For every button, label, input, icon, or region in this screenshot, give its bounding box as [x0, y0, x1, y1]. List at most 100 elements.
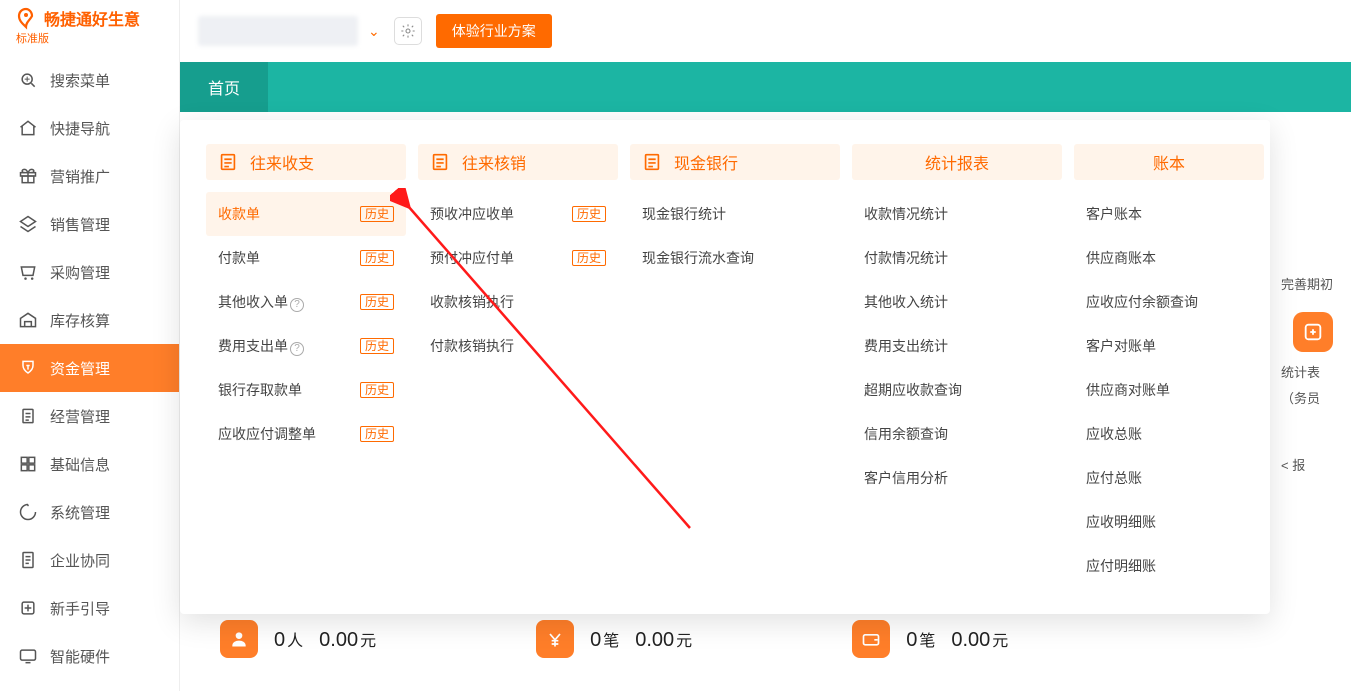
- nav-item-guide[interactable]: 新手引导: [0, 584, 179, 632]
- floating-action-icon[interactable]: [1293, 312, 1333, 352]
- mega-item[interactable]: 应收应付调整单 历史: [206, 412, 406, 456]
- nav-item-purchase[interactable]: 采购管理: [0, 248, 179, 296]
- mega-column-header: 统计报表: [852, 144, 1062, 180]
- nav-label: 销售管理: [50, 214, 110, 235]
- history-tag[interactable]: 历史: [360, 426, 394, 442]
- mega-item[interactable]: 预收冲应收单 历史: [418, 192, 618, 236]
- mega-item-label: 超期应收款查询: [864, 382, 962, 398]
- mega-column-title: 账本: [1153, 150, 1185, 174]
- nav-item-funds[interactable]: 资金管理: [0, 344, 179, 392]
- nav-item-ops[interactable]: 经营管理: [0, 392, 179, 440]
- industry-plan-button[interactable]: 体验行业方案: [436, 14, 552, 48]
- mega-item[interactable]: 供应商账本: [1074, 236, 1264, 280]
- mega-item[interactable]: 收款核销执行: [418, 280, 618, 324]
- nav-label: 经营管理: [50, 406, 110, 427]
- mega-item[interactable]: 现金银行流水查询: [630, 236, 840, 280]
- mega-item[interactable]: 客户信用分析: [852, 456, 1062, 500]
- mega-item-label: 应收应付调整单: [218, 426, 316, 442]
- gear-icon[interactable]: [394, 17, 422, 45]
- history-tag[interactable]: 历史: [572, 206, 606, 222]
- history-tag[interactable]: 历史: [572, 250, 606, 266]
- clipboard-icon: [18, 406, 38, 426]
- history-tag[interactable]: 历史: [360, 250, 394, 266]
- history-tag[interactable]: 历史: [360, 382, 394, 398]
- mega-item-label: 银行存取款单: [218, 382, 302, 398]
- nav-item-base[interactable]: 基础信息: [0, 440, 179, 488]
- nav-item-hardware[interactable]: 智能硬件: [0, 632, 179, 680]
- mega-item[interactable]: 信用余额查询: [852, 412, 1062, 456]
- mega-item[interactable]: 其他收入统计: [852, 280, 1062, 324]
- loading-icon: [18, 502, 38, 522]
- mega-item[interactable]: 收款情况统计: [852, 192, 1062, 236]
- nav-item-inventory[interactable]: 库存核算: [0, 296, 179, 344]
- history-tag[interactable]: 历史: [360, 338, 394, 354]
- nav-label: 资金管理: [50, 358, 110, 379]
- mega-item-label: 付款核销执行: [430, 338, 514, 354]
- nav-item-marketing[interactable]: 营销推广: [0, 152, 179, 200]
- mega-item-label: 客户信用分析: [864, 470, 948, 486]
- mega-item[interactable]: 银行存取款单 历史: [206, 368, 406, 412]
- mega-column-header: 现金银行: [630, 144, 840, 180]
- document-icon: [428, 150, 452, 174]
- mega-item[interactable]: 付款核销执行: [418, 324, 618, 368]
- nav-item-collab[interactable]: 企业协同: [0, 536, 179, 584]
- brand-name: 畅捷通好生意: [44, 6, 140, 30]
- mega-item-label: 收款单: [218, 206, 260, 222]
- mega-item-label: 信用余额查询: [864, 426, 948, 442]
- mega-item-label: 应付明细账: [1086, 558, 1156, 574]
- help-icon[interactable]: ?: [290, 342, 304, 356]
- org-selector[interactable]: ⌄: [198, 16, 380, 46]
- nav-label: 快捷导航: [50, 118, 110, 139]
- mega-item-label: 供应商对账单: [1086, 382, 1170, 398]
- mega-item[interactable]: 应收总账: [1074, 412, 1264, 456]
- mega-item[interactable]: 应收明细账: [1074, 500, 1264, 544]
- history-tag[interactable]: 历史: [360, 206, 394, 222]
- nav-item-quicknav[interactable]: 快捷导航: [0, 104, 179, 152]
- mega-item-label: 预收冲应收单: [430, 206, 514, 222]
- doc-icon: [18, 550, 38, 570]
- mega-item[interactable]: 预付冲应付单历史: [418, 236, 618, 280]
- tab-home[interactable]: 首页: [180, 62, 268, 112]
- mega-item[interactable]: 供应商对账单: [1074, 368, 1264, 412]
- mega-item[interactable]: 应收应付余额查询: [1074, 280, 1264, 324]
- mega-item[interactable]: 应付明细账: [1074, 544, 1264, 588]
- mega-item[interactable]: 客户账本: [1074, 192, 1264, 236]
- help-icon[interactable]: ?: [290, 298, 304, 312]
- mega-item[interactable]: 应付总账: [1074, 456, 1264, 500]
- mega-item-label: 现金银行统计: [642, 206, 726, 222]
- mega-column-list: 现金银行统计现金银行流水查询: [630, 192, 840, 280]
- nav-item-system[interactable]: 系统管理: [0, 488, 179, 536]
- sparkle-icon: [18, 598, 38, 618]
- cart-icon: [18, 262, 38, 282]
- mega-column-header: 往来核销: [418, 144, 618, 180]
- mega-item-label: 应收应付余额查询: [1086, 294, 1198, 310]
- mega-item-label: 客户账本: [1086, 206, 1142, 222]
- mega-column: 统计报表收款情况统计付款情况统计其他收入统计费用支出统计超期应收款查询信用余额查…: [852, 144, 1062, 588]
- mega-item[interactable]: 付款单历史: [206, 236, 406, 280]
- mega-item-label: 其他收入统计: [864, 294, 948, 310]
- mega-item[interactable]: 费用支出单?历史: [206, 324, 406, 368]
- mega-item[interactable]: 其他收入单?历史: [206, 280, 406, 324]
- price-icon: [18, 214, 38, 234]
- brand-edition: 标准版: [16, 30, 49, 46]
- money-icon: [536, 620, 574, 658]
- nav-item-sales[interactable]: 销售管理: [0, 200, 179, 248]
- mega-item-label: 应付总账: [1086, 470, 1142, 486]
- mega-column-list: 预收冲应收单历史预付冲应付单历史收款核销执行付款核销执行: [418, 192, 618, 368]
- nav-item-search[interactable]: 搜索菜单: [0, 56, 179, 104]
- mega-item[interactable]: 超期应收款查询: [852, 368, 1062, 412]
- mega-column-title: 现金银行: [674, 150, 738, 174]
- history-tag[interactable]: 历史: [360, 294, 394, 310]
- mega-item[interactable]: 现金银行统计: [630, 192, 840, 236]
- nav-label: 库存核算: [50, 310, 110, 331]
- gift-icon: [18, 166, 38, 186]
- stats-row: 0人 0.00元 0笔 0.00元 0笔 0.00元: [220, 609, 1331, 669]
- topbar: ⌄ 体验行业方案: [180, 0, 1351, 62]
- mega-item[interactable]: 客户对账单: [1074, 324, 1264, 368]
- mega-item[interactable]: 付款情况统计: [852, 236, 1062, 280]
- mega-item[interactable]: 收款单 历史: [206, 192, 406, 236]
- nav-label: 搜索菜单: [50, 70, 110, 91]
- warehouse-icon: [18, 310, 38, 330]
- chevron-down-icon: ⌄: [368, 23, 380, 40]
- mega-item[interactable]: 费用支出统计: [852, 324, 1062, 368]
